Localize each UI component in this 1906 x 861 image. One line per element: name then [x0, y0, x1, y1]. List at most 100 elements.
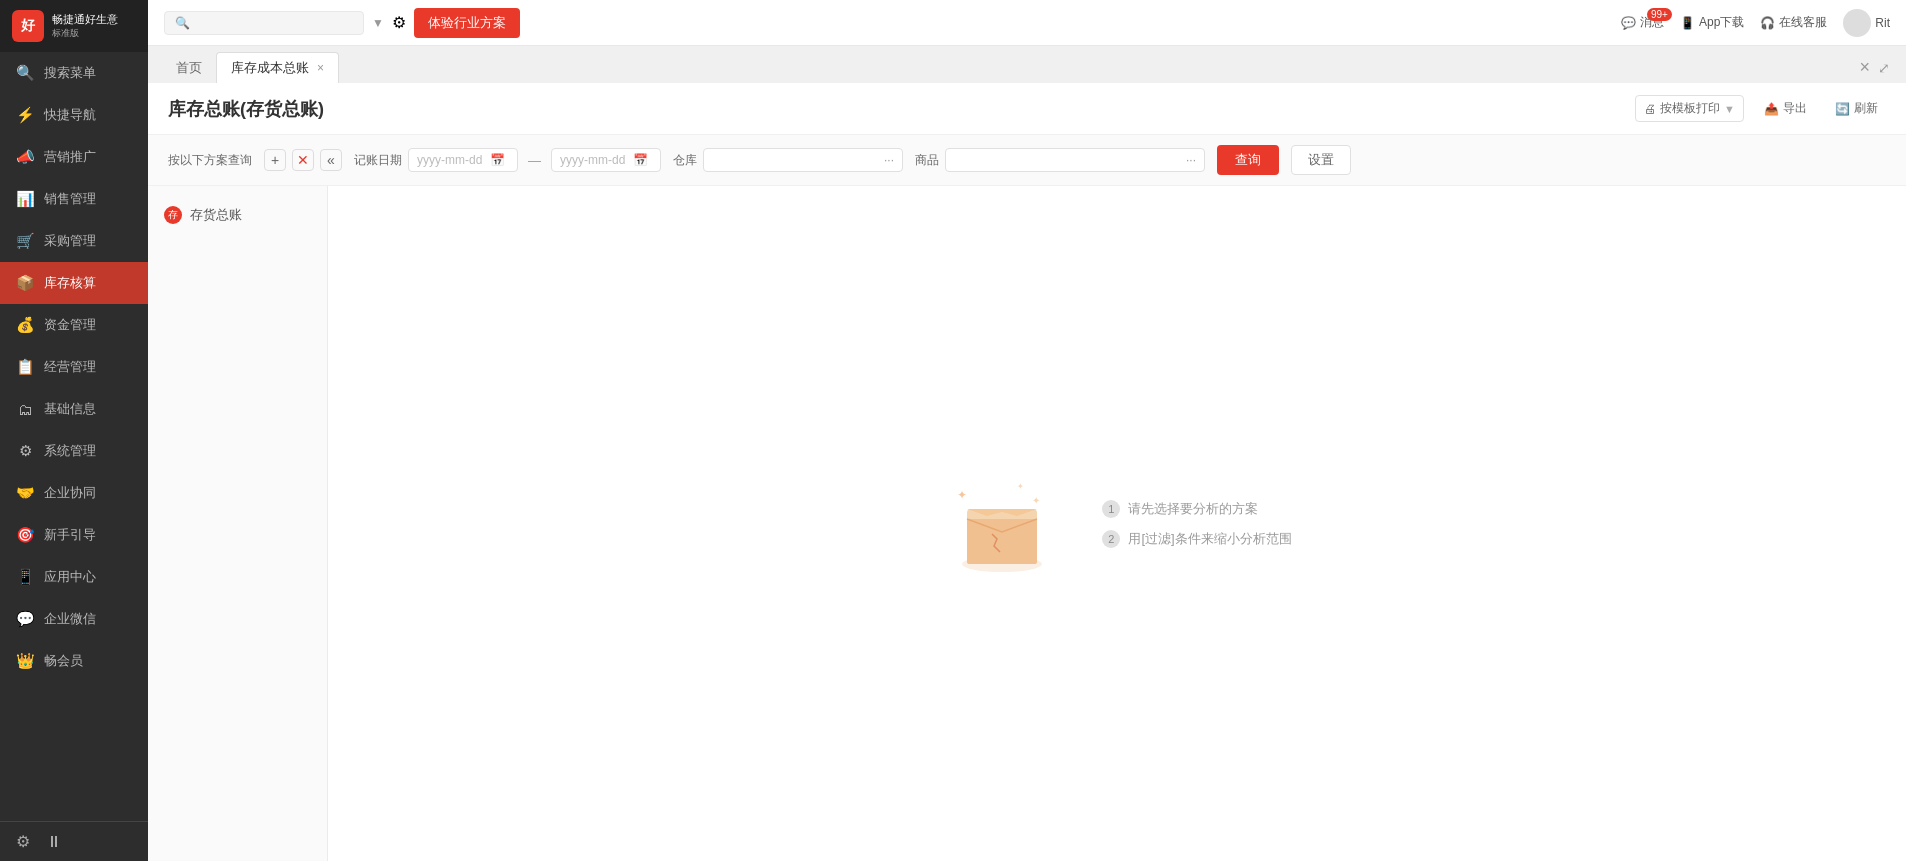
- product-select[interactable]: ···: [945, 148, 1205, 172]
- sidebar-item-inventory[interactable]: 📦 库存核算: [0, 262, 148, 304]
- search-dropdown-icon[interactable]: ▼: [372, 16, 384, 30]
- calendar-from-icon[interactable]: 📅: [490, 153, 505, 167]
- tab-close-icon[interactable]: ×: [317, 61, 324, 75]
- export-icon: 📤: [1764, 102, 1779, 116]
- sidebar-item-basic[interactable]: 🗂 基础信息: [0, 388, 148, 430]
- sub-sidebar-item-label: 存货总账: [190, 206, 242, 224]
- filter-collapse-btn[interactable]: «: [320, 149, 342, 171]
- refresh-icon: 🔄: [1835, 102, 1850, 116]
- query-button[interactable]: 查询: [1217, 145, 1279, 175]
- sidebar-item-label: 企业协同: [44, 484, 96, 502]
- page-title: 库存总账(存货总账): [168, 97, 324, 121]
- search-bar[interactable]: 🔍: [164, 11, 364, 35]
- tab-bar: 首页 库存成本总账 × × ⤢: [148, 46, 1906, 83]
- empty-illustration: ✦ ✦ ✦: [942, 464, 1062, 584]
- print-template-btn[interactable]: 🖨 按模板打印 ▼: [1635, 95, 1744, 122]
- sidebar-item-marketing[interactable]: 📣 营销推广: [0, 136, 148, 178]
- sidebar-item-wechat[interactable]: 💬 企业微信: [0, 598, 148, 640]
- cooperation-icon: 🤝: [16, 484, 34, 502]
- date-separator: —: [528, 153, 541, 168]
- export-label: 导出: [1783, 100, 1807, 117]
- app-download-label: App下载: [1699, 14, 1744, 31]
- export-btn[interactable]: 📤 导出: [1756, 96, 1815, 121]
- filter-remove-btn[interactable]: ✕: [292, 149, 314, 171]
- operation-icon: 📋: [16, 358, 34, 376]
- calendar-to-icon[interactable]: 📅: [633, 153, 648, 167]
- sidebar-item-purchase[interactable]: 🛒 采购管理: [0, 220, 148, 262]
- basic-icon: 🗂: [16, 401, 34, 418]
- app-center-icon: 📱: [16, 568, 34, 586]
- app-name: 畅捷通好生意: [52, 12, 118, 27]
- sidebar-scroll: 🔍 搜索菜单 ⚡ 快捷导航 📣 营销推广 📊 销售管理 🛒 采购管理 📦 库存核…: [0, 52, 148, 821]
- sub-sidebar-item-ledger[interactable]: 存 存货总账: [148, 196, 327, 234]
- member-icon: 👑: [16, 652, 34, 670]
- sidebar-item-label: 基础信息: [44, 400, 96, 418]
- date-label: 记账日期: [354, 152, 402, 169]
- inventory-icon: 📦: [16, 274, 34, 292]
- header-gear-icon[interactable]: ⚙: [392, 13, 406, 32]
- sidebar-item-newbie[interactable]: 🎯 新手引导: [0, 514, 148, 556]
- newbie-icon: 🎯: [16, 526, 34, 544]
- quick-nav-icon: ⚡: [16, 106, 34, 124]
- filter-label: 按以下方案查询: [168, 152, 252, 169]
- sidebar-item-label: 系统管理: [44, 442, 96, 460]
- warehouse-select[interactable]: ···: [703, 148, 903, 172]
- sidebar-item-label: 营销推广: [44, 148, 96, 166]
- system-icon: ⚙: [16, 442, 34, 460]
- empty-state: ✦ ✦ ✦ 1 请先选择要分析的方案 2 用[过滤]条件来缩小分析范围: [328, 186, 1906, 861]
- sidebar-item-finance[interactable]: 💰 资金管理: [0, 304, 148, 346]
- app-logo-icon: 好: [12, 10, 44, 42]
- app-download-btn[interactable]: 📱 App下载: [1680, 14, 1744, 31]
- sidebar-item-quick-nav[interactable]: ⚡ 快捷导航: [0, 94, 148, 136]
- date-to-input[interactable]: yyyy-mm-dd 📅: [551, 148, 661, 172]
- headset-icon: 🎧: [1760, 16, 1775, 30]
- sidebar-item-sales[interactable]: 📊 销售管理: [0, 178, 148, 220]
- panel-close-icon[interactable]: ×: [1859, 57, 1870, 78]
- sidebar-item-label: 畅会员: [44, 652, 83, 670]
- top-header: 🔍 ▼ ⚙ 体验行业方案 💬 消息 99+ 📱 App下载 🎧 在线客服: [148, 0, 1906, 46]
- panel-expand-icon[interactable]: ⤢: [1878, 60, 1890, 76]
- online-service-btn[interactable]: 🎧 在线客服: [1760, 14, 1827, 31]
- filter-bar: 按以下方案查询 + ✕ « 记账日期 yyyy-mm-dd 📅 — yyyy-m…: [148, 135, 1906, 186]
- notification-btn[interactable]: 💬 消息 99+: [1621, 14, 1664, 31]
- svg-text:✦: ✦: [957, 488, 967, 502]
- warehouse-more-icon[interactable]: ···: [884, 153, 894, 167]
- empty-hints: 1 请先选择要分析的方案 2 用[过滤]条件来缩小分析范围: [1102, 500, 1291, 548]
- wechat-icon: 💬: [16, 610, 34, 628]
- sidebar-item-app-center[interactable]: 📱 应用中心: [0, 556, 148, 598]
- user-avatar: [1843, 9, 1871, 37]
- sidebar-item-member[interactable]: 👑 畅会员: [0, 640, 148, 682]
- page-header: 库存总账(存货总账) 🖨 按模板打印 ▼ 📤 导出 🔄 刷新: [148, 83, 1906, 135]
- product-more-icon[interactable]: ···: [1186, 153, 1196, 167]
- date-to-placeholder: yyyy-mm-dd: [560, 153, 625, 167]
- sidebar-item-label: 应用中心: [44, 568, 96, 586]
- tab-home[interactable]: 首页: [164, 53, 214, 83]
- toggle-icon[interactable]: ⏸: [46, 833, 62, 851]
- refresh-btn[interactable]: 🔄 刷新: [1827, 96, 1886, 121]
- industry-btn[interactable]: 体验行业方案: [414, 8, 520, 38]
- user-name: Rit: [1875, 16, 1890, 30]
- filter-actions: + ✕ «: [264, 149, 342, 171]
- filter-warehouse-field: 仓库 ···: [673, 148, 903, 172]
- notification-badge: 99+: [1647, 8, 1672, 21]
- sidebar-item-cooperation[interactable]: 🤝 企业协同: [0, 472, 148, 514]
- sidebar-item-label: 搜索菜单: [44, 64, 96, 82]
- svg-text:✦: ✦: [1032, 495, 1040, 506]
- sidebar-item-search-menu[interactable]: 🔍 搜索菜单: [0, 52, 148, 94]
- user-info[interactable]: Rit: [1843, 9, 1890, 37]
- hint-num-1: 1: [1102, 500, 1120, 518]
- date-from-input[interactable]: yyyy-mm-dd 📅: [408, 148, 518, 172]
- tab-inventory-ledger[interactable]: 库存成本总账 ×: [216, 52, 339, 83]
- settings-bottom-icon[interactable]: ⚙: [16, 832, 30, 851]
- filter-add-btn[interactable]: +: [264, 149, 286, 171]
- top-header-right: 💬 消息 99+ 📱 App下载 🎧 在线客服 Rit: [1621, 9, 1890, 37]
- purchase-icon: 🛒: [16, 232, 34, 250]
- sidebar-item-system[interactable]: ⚙ 系统管理: [0, 430, 148, 472]
- online-service-label: 在线客服: [1779, 14, 1827, 31]
- hint-text-1: 请先选择要分析的方案: [1128, 500, 1258, 518]
- ledger-icon: 存: [164, 206, 182, 224]
- sidebar: 好 畅捷通好生意 标准版 🔍 搜索菜单 ⚡ 快捷导航 📣 营销推广 📊 销售管理…: [0, 0, 148, 861]
- settings-button[interactable]: 设置: [1291, 145, 1351, 175]
- sidebar-item-label: 库存核算: [44, 274, 96, 292]
- sidebar-item-operation[interactable]: 📋 经营管理: [0, 346, 148, 388]
